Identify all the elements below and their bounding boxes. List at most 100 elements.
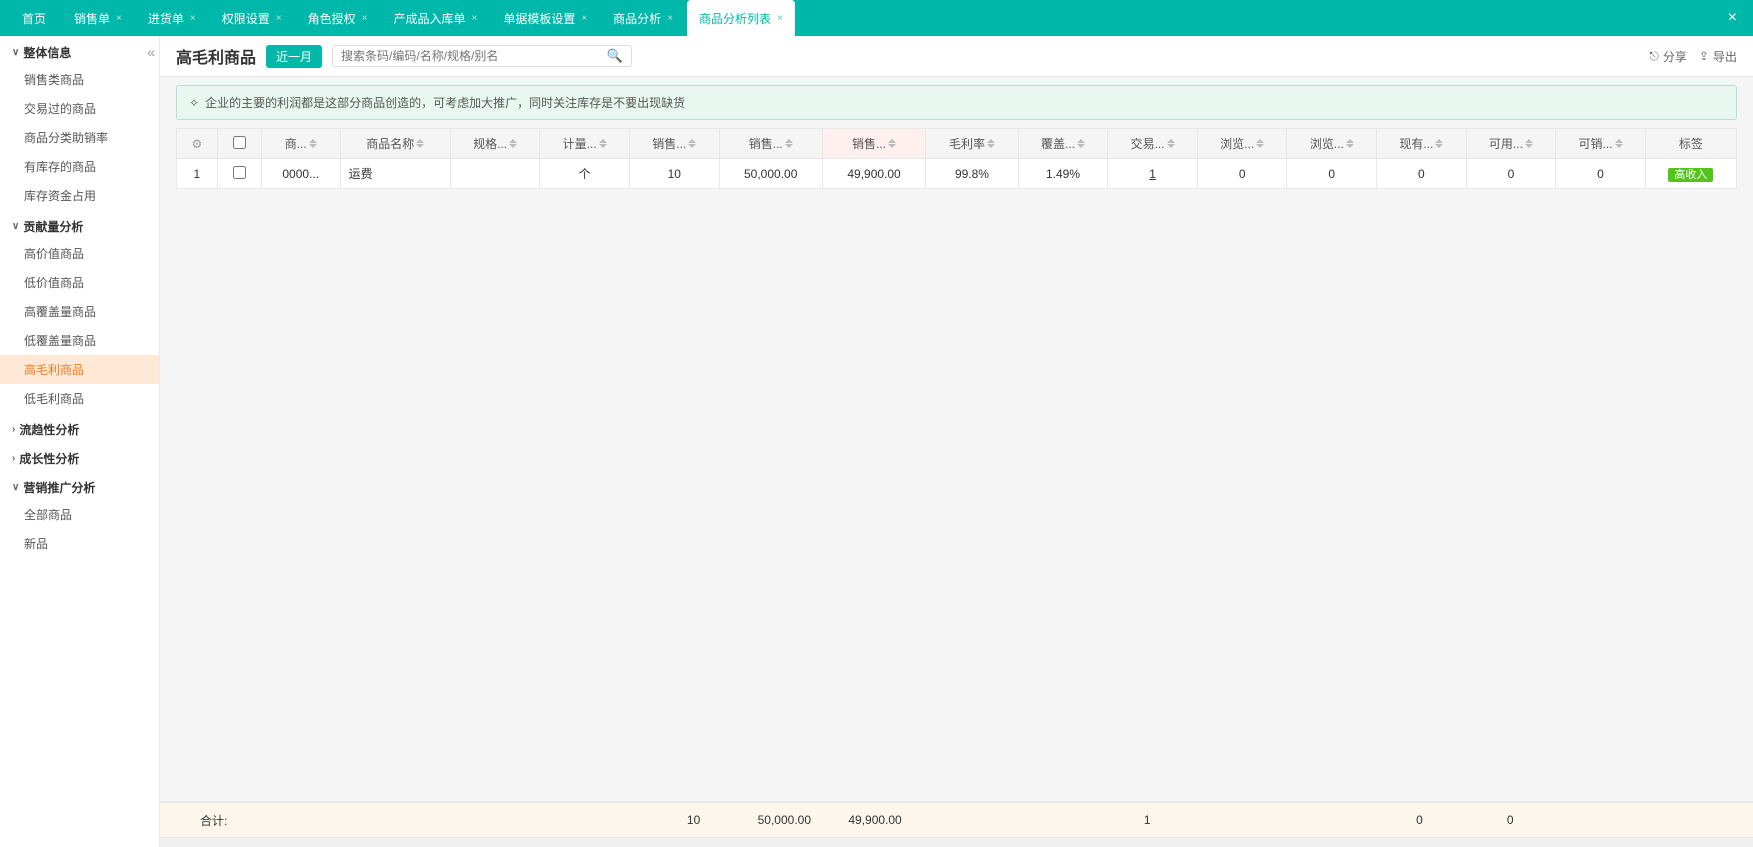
row-checkbox[interactable] xyxy=(233,166,246,179)
th-browse1[interactable]: 浏览... xyxy=(1197,129,1287,159)
th-unit[interactable]: 计量... xyxy=(540,129,630,159)
sidebar-item-low-coverage[interactable]: 低覆盖量商品 xyxy=(0,326,159,355)
sidebar-item-sales-goods[interactable]: 销售类商品 xyxy=(0,65,159,94)
transaction-link[interactable]: 1 xyxy=(1149,167,1156,181)
sidebar-item-high-value[interactable]: 高价值商品 xyxy=(0,239,159,268)
th-code[interactable]: 商... xyxy=(261,129,340,159)
sidebar-item-new-goods[interactable]: 新品 xyxy=(0,529,159,558)
nav-tab-sales-close[interactable]: × xyxy=(116,13,122,24)
sidebar-group-contribution[interactable]: ∨ 贡献量分析 xyxy=(0,210,159,239)
nav-tab-inbound[interactable]: 产成品入库单 × xyxy=(381,0,489,36)
nav-tab-analysis-list[interactable]: 商品分析列表 × xyxy=(687,0,795,36)
sidebar-group-trend[interactable]: › 流趋性分析 xyxy=(0,413,159,442)
nav-tab-permissions-close[interactable]: × xyxy=(276,13,282,24)
nav-tab-purchase-label: 进货单 xyxy=(148,10,184,27)
table-container[interactable]: ⚙ 商... xyxy=(160,128,1753,801)
th-current-stock-label: 现有... xyxy=(1399,135,1433,152)
export-button[interactable]: ⇪ 导出 xyxy=(1699,48,1737,65)
cell-checkbox[interactable] xyxy=(217,159,261,189)
nav-tab-sales[interactable]: 销售单 × xyxy=(62,0,134,36)
th-saleable[interactable]: 可销... xyxy=(1556,129,1646,159)
th-settings[interactable]: ⚙ xyxy=(177,129,218,159)
sidebar-item-high-margin[interactable]: 高毛利商品 xyxy=(0,355,159,384)
sidebar-group-marketing-arrow: ∨ xyxy=(12,482,19,493)
th-spec[interactable]: 规格... xyxy=(450,129,540,159)
th-browse2-label: 浏览... xyxy=(1310,135,1344,152)
nav-tab-home[interactable]: 首页 xyxy=(8,0,60,36)
tag-badge: 高收入 xyxy=(1668,168,1713,182)
cell-gross-margin: 99.8% xyxy=(926,159,1019,189)
nav-tab-purchase-close[interactable]: × xyxy=(190,13,196,24)
nav-tab-permissions-label: 权限设置 xyxy=(222,10,270,27)
sidebar-item-low-value[interactable]: 低价值商品 xyxy=(0,268,159,297)
sidebar: « ∨ 整体信息 销售类商品 交易过的商品 商品分类助销率 有库存的商品 库存资… xyxy=(0,36,160,847)
nav-tab-inbound-close[interactable]: × xyxy=(471,13,477,24)
share-button[interactable]: ⎋ 分享 xyxy=(1649,48,1687,65)
sidebar-item-traded-goods[interactable]: 交易过的商品 xyxy=(0,94,159,123)
sidebar-group-overall-label: 整体信息 xyxy=(23,44,71,61)
th-sales-profit[interactable]: 销售... xyxy=(822,129,925,159)
th-gross-margin[interactable]: 毛利率 xyxy=(926,129,1019,159)
info-text: 企业的主要的利润都是这部分商品创造的，可考虑加大推广，同时关注库存是不要出现缺货 xyxy=(205,94,685,111)
sidebar-item-all-goods[interactable]: 全部商品 xyxy=(0,500,159,529)
info-icon: ✧ xyxy=(189,96,199,110)
th-transaction-label: 交易... xyxy=(1131,135,1165,152)
sidebar-item-high-coverage[interactable]: 高覆盖量商品 xyxy=(0,297,159,326)
search-input[interactable] xyxy=(341,49,607,63)
horizontal-scrollbar[interactable] xyxy=(160,837,1753,847)
sidebar-collapse-button[interactable]: « xyxy=(147,44,155,60)
sidebar-item-low-margin[interactable]: 低毛利商品 xyxy=(0,384,159,413)
window-close-button[interactable]: × xyxy=(1720,9,1745,27)
search-box: 🔍 xyxy=(332,45,632,67)
nav-tab-roles[interactable]: 角色授权 × xyxy=(296,0,380,36)
select-all-checkbox[interactable] xyxy=(233,136,246,149)
cell-browse2: 0 xyxy=(1287,159,1377,189)
cell-transaction[interactable]: 1 xyxy=(1108,159,1198,189)
th-sales-profit-label: 销售... xyxy=(852,135,886,152)
nav-tab-template-close[interactable]: × xyxy=(581,13,587,24)
th-unit-sort-icon xyxy=(599,139,607,148)
export-label: 导出 xyxy=(1713,48,1737,65)
filter-recent-month-button[interactable]: 近一月 xyxy=(266,45,322,68)
sidebar-item-category-rate[interactable]: 商品分类助销率 xyxy=(0,123,159,152)
sidebar-group-marketing[interactable]: ∨ 营销推广分析 xyxy=(0,471,159,500)
th-available[interactable]: 可用... xyxy=(1466,129,1556,159)
nav-tab-analysis-list-close[interactable]: × xyxy=(777,13,783,24)
th-checkbox[interactable] xyxy=(217,129,261,159)
nav-tab-analysis-close[interactable]: × xyxy=(667,13,673,24)
th-tag-label: 标签 xyxy=(1679,137,1703,151)
nav-tab-permissions[interactable]: 权限设置 × xyxy=(210,0,294,36)
top-navigation: 首页 销售单 × 进货单 × 权限设置 × 角色授权 × 产成品入库单 × 单据… xyxy=(0,0,1753,36)
th-browse2[interactable]: 浏览... xyxy=(1287,129,1377,159)
nav-tab-sales-label: 销售单 xyxy=(74,10,110,27)
th-name[interactable]: 商品名称 xyxy=(340,129,450,159)
sidebar-item-in-stock[interactable]: 有库存的商品 xyxy=(0,152,159,181)
nav-tab-roles-close[interactable]: × xyxy=(362,13,368,24)
nav-tab-template[interactable]: 单据模板设置 × xyxy=(491,0,599,36)
th-sales-amount[interactable]: 销售... xyxy=(719,129,822,159)
footer-sales-amount: 50,000.00 xyxy=(739,813,830,827)
th-coverage[interactable]: 覆盖... xyxy=(1018,129,1108,159)
sidebar-item-stock-capital[interactable]: 库存资金占用 xyxy=(0,181,159,210)
cell-sales-amount: 50,000.00 xyxy=(719,159,822,189)
th-code-label: 商... xyxy=(285,135,307,152)
nav-tab-analysis[interactable]: 商品分析 × xyxy=(601,0,685,36)
nav-tab-purchase[interactable]: 进货单 × xyxy=(136,0,208,36)
sidebar-group-overall-arrow: ∨ xyxy=(12,47,19,58)
th-sales-qty[interactable]: 销售... xyxy=(629,129,719,159)
content-header: 高毛利商品 近一月 🔍 ⎋ 分享 ⇪ 导出 xyxy=(160,36,1753,77)
th-current-stock[interactable]: 现有... xyxy=(1377,129,1467,159)
column-settings-icon[interactable]: ⚙ xyxy=(192,137,203,151)
sidebar-group-growth-arrow: › xyxy=(12,453,15,464)
th-name-sort-icon xyxy=(416,139,424,148)
main-layout: « ∨ 整体信息 销售类商品 交易过的商品 商品分类助销率 有库存的商品 库存资… xyxy=(0,36,1753,847)
share-label: 分享 xyxy=(1663,48,1687,65)
sidebar-group-overall[interactable]: ∨ 整体信息 xyxy=(0,36,159,65)
sidebar-group-contribution-arrow: ∨ xyxy=(12,221,19,232)
cell-name: 运费 xyxy=(340,159,450,189)
th-transaction[interactable]: 交易... xyxy=(1108,129,1198,159)
sidebar-group-growth[interactable]: › 成长性分析 xyxy=(0,442,159,471)
page-title: 高毛利商品 xyxy=(176,44,256,68)
th-gross-margin-sort-icon xyxy=(987,139,995,148)
th-unit-label: 计量... xyxy=(563,135,597,152)
